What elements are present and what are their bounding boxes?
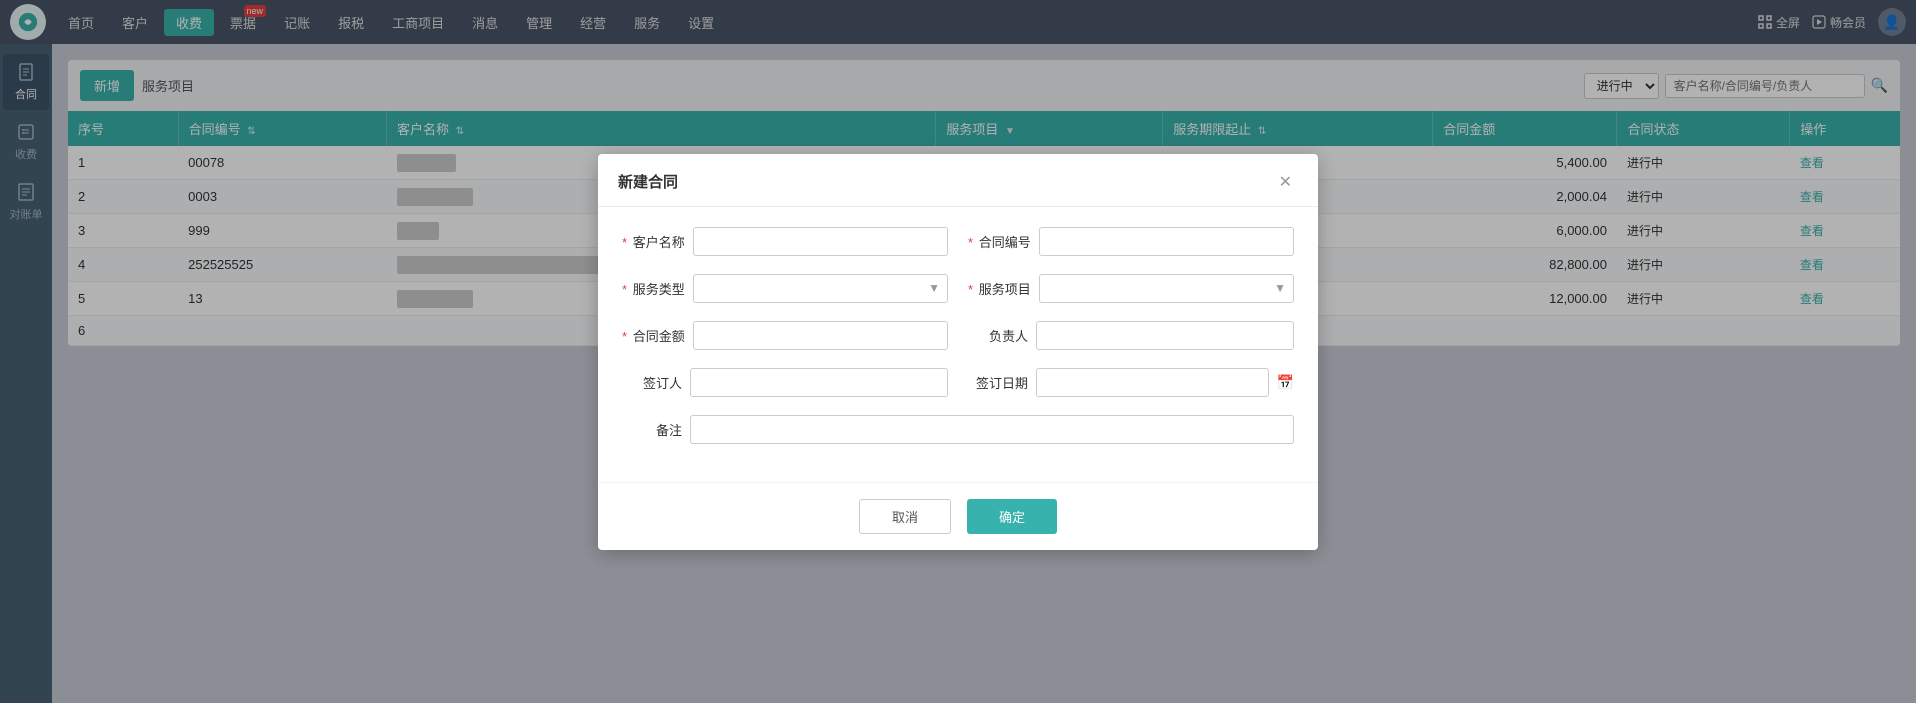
form-group-service-item: * 服务项目 ▼ — [968, 274, 1294, 303]
form-group-contract-no: * 合同编号 — [968, 227, 1294, 256]
form-row-4: 签订人 签订日期 2023-06-06 📅 — [622, 368, 1294, 397]
form-row-2: * 服务类型 ▼ * 服务项目 — [622, 274, 1294, 303]
form-row-1: * 客户名称 * 合同编号 — [622, 227, 1294, 256]
form-group-customer: * 客户名称 — [622, 227, 948, 256]
customer-name-input[interactable] — [693, 227, 948, 256]
new-contract-modal: 新建合同 ✕ * 客户名称 * 合同编号 — [598, 154, 1318, 550]
confirm-button[interactable]: 确定 — [967, 499, 1057, 534]
form-group-service-type: * 服务类型 ▼ — [622, 274, 948, 303]
form-group-signer: 签订人 — [622, 368, 948, 397]
form-group-sign-date: 签订日期 2023-06-06 📅 — [968, 368, 1294, 397]
service-type-wrapper: ▼ — [693, 274, 948, 303]
modal-footer: 取消 确定 — [598, 482, 1318, 550]
contract-no-label: * 合同编号 — [968, 232, 1031, 251]
service-item-label: * 服务项目 — [968, 279, 1031, 298]
calendar-icon[interactable]: 📅 — [1277, 374, 1294, 391]
modal-title: 新建合同 — [618, 171, 678, 192]
signer-input[interactable] — [690, 368, 948, 397]
service-item-select[interactable] — [1039, 274, 1294, 303]
responsible-label: 负责人 — [968, 326, 1028, 345]
amount-label: * 合同金额 — [622, 326, 685, 345]
amount-input[interactable]: 0.00 — [693, 321, 948, 350]
modal-close-button[interactable]: ✕ — [1273, 170, 1298, 194]
required-mark-4: * — [968, 282, 973, 297]
required-mark-3: * — [622, 282, 627, 297]
sign-date-input[interactable]: 2023-06-06 — [1036, 368, 1269, 397]
form-group-remark: 备注 — [622, 415, 1294, 444]
required-mark-2: * — [968, 235, 973, 250]
service-type-select[interactable] — [693, 274, 948, 303]
contract-no-input[interactable] — [1039, 227, 1294, 256]
modal-body: * 客户名称 * 合同编号 * — [598, 207, 1318, 482]
service-item-wrapper: ▼ — [1039, 274, 1294, 303]
form-row-3: * 合同金额 0.00 负责人 — [622, 321, 1294, 350]
sign-date-label: 签订日期 — [968, 373, 1028, 392]
modal-header: 新建合同 ✕ — [598, 154, 1318, 207]
form-group-amount: * 合同金额 0.00 — [622, 321, 948, 350]
customer-name-label: * 客户名称 — [622, 232, 685, 251]
form-group-responsible: 负责人 — [968, 321, 1294, 350]
required-mark-5: * — [622, 329, 627, 344]
form-row-5: 备注 — [622, 415, 1294, 444]
responsible-input[interactable] — [1036, 321, 1294, 350]
modal-overlay: 新建合同 ✕ * 客户名称 * 合同编号 — [0, 0, 1916, 703]
required-mark: * — [622, 235, 627, 250]
signer-label: 签订人 — [622, 373, 682, 392]
cancel-button[interactable]: 取消 — [859, 499, 951, 534]
remark-label: 备注 — [622, 420, 682, 439]
service-type-label: * 服务类型 — [622, 279, 685, 298]
remark-input[interactable] — [690, 415, 1294, 444]
